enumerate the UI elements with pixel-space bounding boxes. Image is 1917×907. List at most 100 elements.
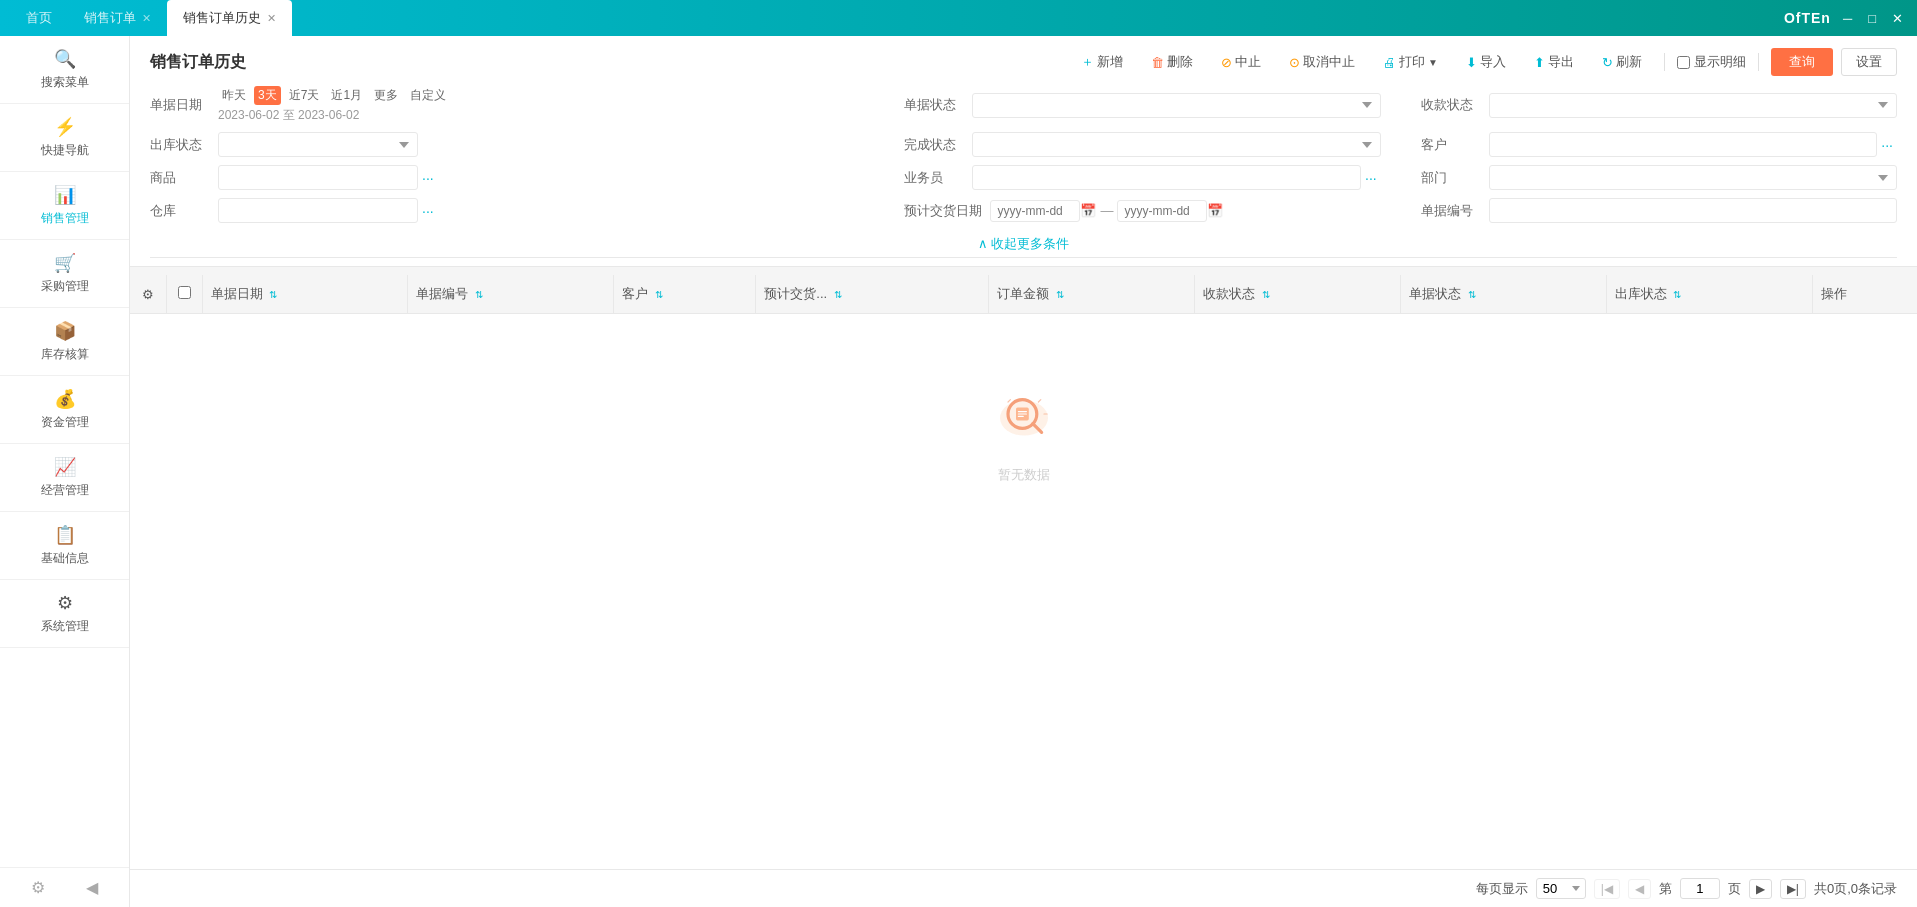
- expected-delivery-from[interactable]: [990, 200, 1080, 222]
- toolbar-divider: [1664, 53, 1665, 71]
- date-tab-3days[interactable]: 3天: [254, 86, 281, 105]
- content: 销售订单历史 ＋ 新增 🗑 删除 ⊘ 中止 ⊙: [130, 36, 1917, 907]
- sidebar-settings-icon[interactable]: ⚙: [31, 878, 45, 897]
- th-delivery-status-sort[interactable]: ⇅: [1673, 289, 1681, 300]
- sidebar-item-operations[interactable]: 📈 经营管理: [0, 444, 129, 512]
- search-button[interactable]: 查询: [1771, 48, 1833, 76]
- date-tab-1month[interactable]: 近1月: [327, 86, 366, 105]
- per-page-select[interactable]: 10 20 50 100: [1536, 878, 1586, 899]
- calendar-to-icon[interactable]: 📅: [1207, 203, 1223, 218]
- date-tab-more[interactable]: 更多: [370, 86, 402, 105]
- collapse-row[interactable]: ∧ 收起更多条件: [150, 231, 1897, 257]
- table-body: 暂无数据: [130, 314, 1917, 545]
- th-check[interactable]: [166, 275, 202, 314]
- order-no-input[interactable]: [1489, 198, 1897, 223]
- sidebar-item-sys-mgmt-label: 系统管理: [41, 618, 89, 635]
- import-button[interactable]: ⬇ 导入: [1456, 49, 1516, 75]
- sidebar-item-quick-nav-label: 快捷导航: [41, 142, 89, 159]
- tab-sales-order-label: 销售订单: [84, 9, 136, 27]
- last-page-btn[interactable]: ▶|: [1780, 879, 1806, 899]
- department-select[interactable]: [1489, 165, 1897, 190]
- date-tab-custom[interactable]: 自定义: [406, 86, 450, 105]
- settings-button[interactable]: 设置: [1841, 48, 1897, 76]
- tab-home[interactable]: 首页: [10, 0, 68, 36]
- th-order-status-sort[interactable]: ⇅: [1468, 289, 1476, 300]
- warehouse-dots-btn[interactable]: ···: [418, 203, 438, 219]
- customer-dots-btn[interactable]: ···: [1877, 137, 1897, 153]
- filter-department: 部门: [1421, 165, 1897, 190]
- warehouse-input[interactable]: [218, 198, 418, 223]
- stop-icon: ⊘: [1221, 55, 1232, 70]
- sidebar-item-sales-mgmt[interactable]: 📊 销售管理: [0, 172, 129, 240]
- th-settings[interactable]: ⚙: [130, 275, 166, 314]
- goods-dots-btn[interactable]: ···: [418, 170, 438, 186]
- customer-input[interactable]: [1489, 132, 1878, 157]
- sidebar-item-sales-mgmt-label: 销售管理: [41, 210, 89, 227]
- settings-gear-icon[interactable]: ⚙: [142, 287, 154, 302]
- page-header: 销售订单历史 ＋ 新增 🗑 删除 ⊘ 中止 ⊙: [130, 36, 1917, 267]
- delivery-status-select[interactable]: [218, 132, 418, 157]
- tab-sales-order-history[interactable]: 销售订单历史 ✕: [167, 0, 292, 36]
- date-tab-yesterday[interactable]: 昨天: [218, 86, 250, 105]
- filter-expected-delivery: 预计交货日期 📅 — 📅: [904, 200, 1380, 222]
- payment-status-label: 收款状态: [1421, 96, 1481, 114]
- sidebar-item-inventory[interactable]: 📦 库存核算: [0, 308, 129, 376]
- calendar-from-icon[interactable]: 📅: [1080, 203, 1096, 218]
- stop-button[interactable]: ⊘ 中止: [1211, 49, 1271, 75]
- filter-goods: 商品 ···: [150, 165, 864, 190]
- sidebar-item-quick-nav[interactable]: ⚡ 快捷导航: [0, 104, 129, 172]
- goods-input[interactable]: [218, 165, 418, 190]
- pagination-bar: 每页显示 10 20 50 100 |◀ ◀ 第 页 ▶ ▶| 共0页,0条记录: [130, 869, 1917, 907]
- th-date-label: 单据日期: [211, 286, 263, 301]
- window-close[interactable]: ✕: [1888, 11, 1907, 26]
- sidebar-item-base-info[interactable]: 📋 基础信息: [0, 512, 129, 580]
- stop-label: 中止: [1235, 53, 1261, 71]
- date-label: 单据日期: [150, 96, 210, 114]
- print-button[interactable]: 🖨 打印 ▼: [1373, 49, 1448, 75]
- sidebar-item-finance[interactable]: 💰 资金管理: [0, 376, 129, 444]
- tab-sales-order-close[interactable]: ✕: [142, 12, 151, 25]
- date-tab-7days[interactable]: 近7天: [285, 86, 324, 105]
- sidebar-item-sys-mgmt[interactable]: ⚙ 系统管理: [0, 580, 129, 648]
- window-maximize[interactable]: □: [1864, 11, 1880, 26]
- th-expected-delivery-sort[interactable]: ⇅: [834, 289, 842, 300]
- refresh-label: 刷新: [1616, 53, 1642, 71]
- display-toggle-checkbox[interactable]: [1677, 56, 1690, 69]
- tab-sales-order-history-close[interactable]: ✕: [267, 12, 276, 25]
- export-icon: ⬆: [1534, 55, 1545, 70]
- th-date-sort[interactable]: ⇅: [269, 289, 277, 300]
- expected-delivery-to[interactable]: [1117, 200, 1207, 222]
- prev-page-btn[interactable]: ◀: [1628, 879, 1651, 899]
- cancel-stop-button[interactable]: ⊙ 取消中止: [1279, 49, 1365, 75]
- filter-row-1: 单据日期 昨天 3天 近7天 近1月 更多 自定义 2023: [150, 86, 1897, 124]
- sidebar-item-search-menu[interactable]: 🔍 搜索菜单: [0, 36, 129, 104]
- salesperson-dots-btn[interactable]: ···: [1361, 170, 1381, 186]
- select-all-checkbox[interactable]: [178, 286, 191, 299]
- new-button[interactable]: ＋ 新增: [1071, 49, 1133, 75]
- warehouse-label: 仓库: [150, 202, 210, 220]
- window-minimize[interactable]: ─: [1839, 11, 1856, 26]
- sidebar-item-purchase-mgmt[interactable]: 🛒 采购管理: [0, 240, 129, 308]
- tab-sales-order[interactable]: 销售订单 ✕: [68, 0, 167, 36]
- order-status-select[interactable]: [972, 93, 1380, 118]
- next-page-btn[interactable]: ▶: [1749, 879, 1772, 899]
- data-table: ⚙ 单据日期 ⇅ 单据编号 ⇅: [130, 275, 1917, 544]
- display-toggle[interactable]: 显示明细: [1677, 53, 1746, 71]
- th-customer-sort[interactable]: ⇅: [655, 289, 663, 300]
- search-menu-icon: 🔍: [54, 48, 76, 70]
- delete-button[interactable]: 🗑 删除: [1141, 49, 1203, 75]
- th-order-no-sort[interactable]: ⇅: [475, 289, 483, 300]
- payment-status-select[interactable]: [1489, 93, 1897, 118]
- page-input[interactable]: [1680, 878, 1720, 899]
- completion-status-select[interactable]: [972, 132, 1380, 157]
- th-payment-status: 收款状态 ⇅: [1194, 275, 1400, 314]
- salesperson-input[interactable]: [972, 165, 1361, 190]
- first-page-btn[interactable]: |◀: [1594, 879, 1620, 899]
- sidebar-item-operations-label: 经营管理: [41, 482, 89, 499]
- th-amount-sort[interactable]: ⇅: [1056, 289, 1064, 300]
- sidebar-collapse-icon[interactable]: ◀: [86, 878, 98, 897]
- export-button[interactable]: ⬆ 导出: [1524, 49, 1584, 75]
- refresh-button[interactable]: ↻ 刷新: [1592, 49, 1652, 75]
- th-payment-status-sort[interactable]: ⇅: [1262, 289, 1270, 300]
- collapse-label: 收起更多条件: [991, 236, 1069, 251]
